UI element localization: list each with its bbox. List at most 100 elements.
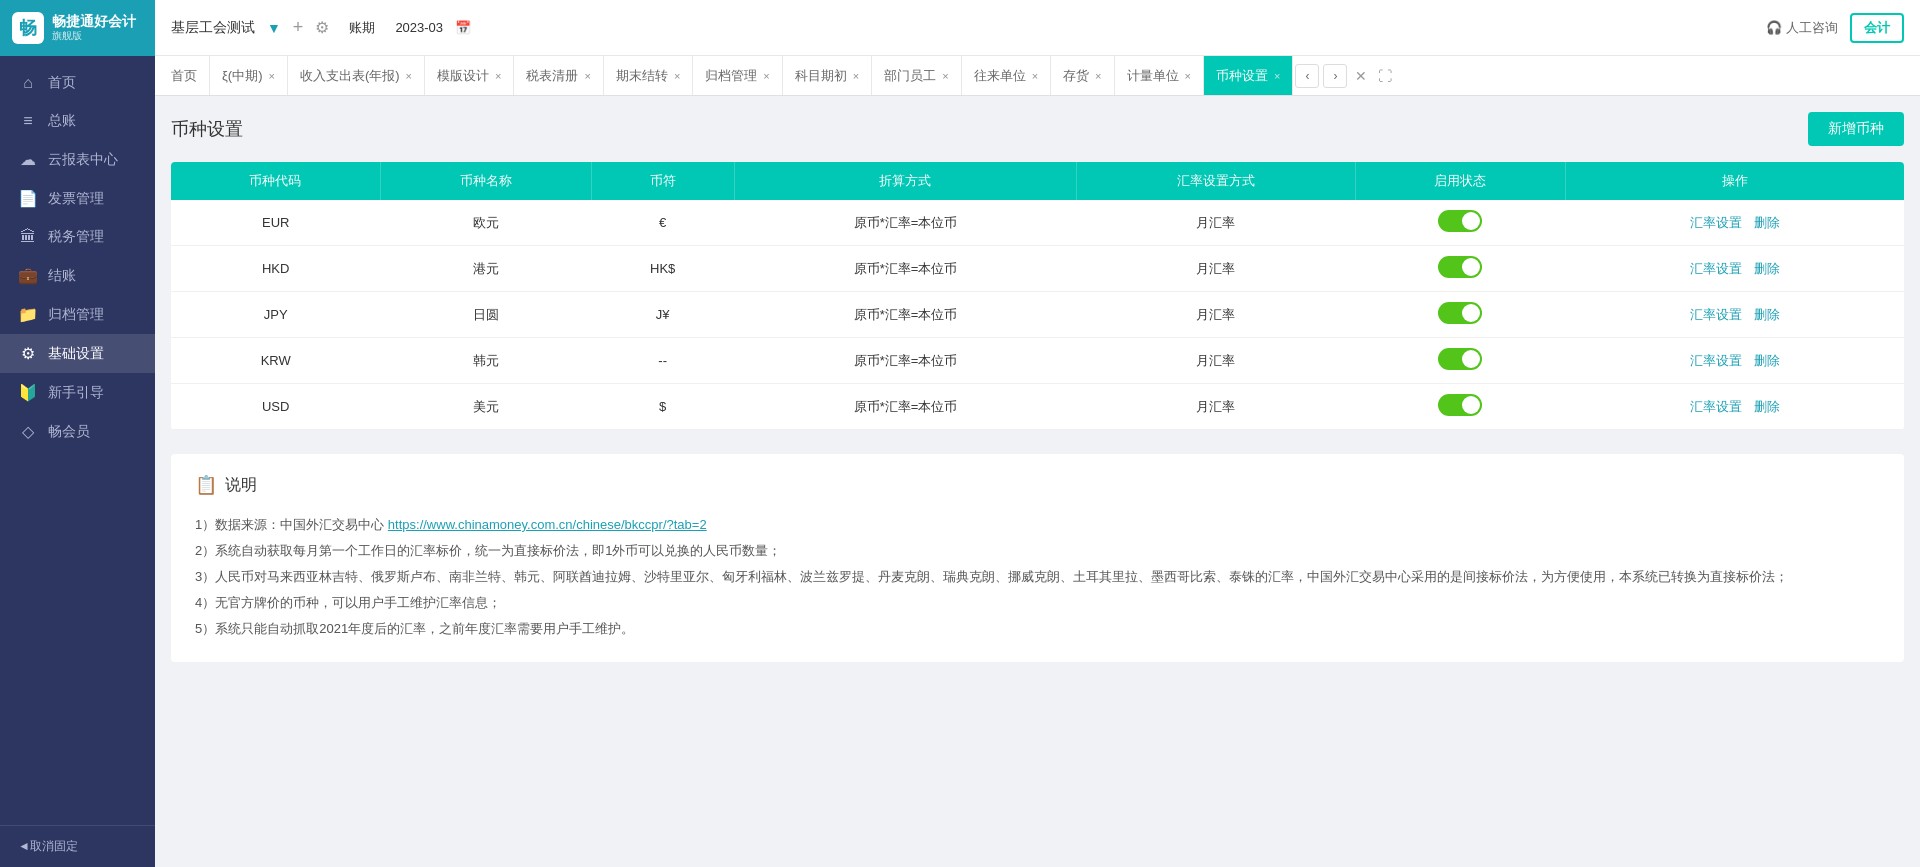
toggle-cell [1355,246,1566,292]
tab-close-icon[interactable]: × [406,70,412,82]
sidebar-item-guide[interactable]: 🔰新手引导 [0,373,155,412]
tab-stock[interactable]: 存货× [1051,56,1114,95]
sidebar-item-label: 总账 [48,112,76,130]
sidebar-item-member[interactable]: ◇畅会员 [0,412,155,451]
tab-close-icon[interactable]: × [495,70,501,82]
content-area: 币种设置 新增币种 币种代码币种名称币符折算方式汇率设置方式启用状态操作 EUR… [155,96,1920,867]
member-icon: ◇ [18,422,38,441]
rate-setting-link[interactable]: 汇率设置 [1690,353,1742,368]
sidebar-item-home[interactable]: ⌂首页 [0,64,155,102]
sidebar-footer[interactable]: ◄取消固定 [0,825,155,867]
notice-item: 4）无官方牌价的币种，可以用户手工维护汇率信息； [195,590,1880,616]
table-row: KRW韩元--原币*汇率=本位币月汇率汇率设置删除 [171,338,1904,384]
table-row: JPY日圆J¥原币*汇率=本位币月汇率汇率设置删除 [171,292,1904,338]
tab-prev-btn[interactable]: ‹ [1295,64,1319,88]
tab-unit[interactable]: 计量单位× [1115,56,1204,95]
sidebar-logo: 畅 畅捷通好会计 旗舰版 [0,0,155,56]
delete-link[interactable]: 删除 [1754,215,1780,230]
table-cell: 美元 [380,384,591,430]
table-row: HKD港元HK$原币*汇率=本位币月汇率汇率设置删除 [171,246,1904,292]
sidebar-item-reports[interactable]: ☁云报表中心 [0,140,155,179]
sidebar: 畅 畅捷通好会计 旗舰版 ⌂首页≡总账☁云报表中心📄发票管理🏛税务管理💼结账📁归… [0,0,155,867]
archive-icon: 📁 [18,305,38,324]
tab-partner[interactable]: 往来单位× [962,56,1051,95]
topbar-help-btn[interactable]: 🎧 人工咨询 [1766,19,1838,37]
tab-currency[interactable]: 币种设置× [1204,56,1293,95]
table-cell: 原币*汇率=本位币 [734,292,1077,338]
tab-close-icon[interactable]: × [1032,70,1038,82]
sidebar-item-tax[interactable]: 🏛税务管理 [0,218,155,256]
sidebar-item-label: 结账 [48,267,76,285]
new-currency-button[interactable]: 新增币种 [1808,112,1904,146]
tab-department[interactable]: 部门员工× [872,56,961,95]
table-cell: 日圆 [380,292,591,338]
tab-close-icon[interactable]: × [1095,70,1101,82]
page-header: 币种设置 新增币种 [171,112,1904,146]
notice-icon: 📋 [195,474,217,496]
delete-link[interactable]: 删除 [1754,261,1780,276]
tab-close-icon[interactable]: × [942,70,948,82]
table-cell: JPY [171,292,380,338]
sidebar-item-archive[interactable]: 📁归档管理 [0,295,155,334]
sidebar-item-label: 发票管理 [48,190,104,208]
tab-close-icon[interactable]: × [763,70,769,82]
tab-archive-mgmt[interactable]: 归档管理× [693,56,782,95]
enable-toggle[interactable] [1438,348,1482,370]
enable-toggle[interactable] [1438,394,1482,416]
delete-link[interactable]: 删除 [1754,399,1780,414]
notice-item: 2）系统自动获取每月第一个工作日的汇率标价，统一为直接标价法，即1外币可以兑换的… [195,538,1880,564]
tab-template[interactable]: 模版设计 × [425,56,514,95]
company-dropdown-icon[interactable]: ▼ [267,20,281,36]
tab-next-btn[interactable]: › [1323,64,1347,88]
tab-subject-init[interactable]: 科目期初× [783,56,872,95]
rate-setting-link[interactable]: 汇率设置 [1690,307,1742,322]
table-header: 币种代码 [171,162,380,200]
enable-toggle[interactable] [1438,210,1482,232]
notice-list: 1）数据来源：中国外汇交易中心 https://www.chinamoney.c… [195,512,1880,642]
topbar-calendar-icon[interactable]: 📅 [455,20,471,35]
tab-close-icon[interactable]: × [1185,70,1191,82]
tab-close-icon[interactable]: × [853,70,859,82]
notice-link[interactable]: https://www.chinamoney.com.cn/chinese/bk… [388,517,707,532]
guide-icon: 🔰 [18,383,38,402]
tab-label: 首页 [171,67,197,85]
sidebar-item-invoices[interactable]: 📄发票管理 [0,179,155,218]
topbar-help-label: 人工咨询 [1786,19,1838,37]
table-header: 汇率设置方式 [1077,162,1355,200]
table-cell: 原币*汇率=本位币 [734,384,1077,430]
table-cell: J¥ [591,292,734,338]
settings-icon: ⚙ [18,344,38,363]
tab-balance[interactable]: ξ(中期)× [210,56,288,95]
sidebar-item-settings[interactable]: ⚙基础设置 [0,334,155,373]
logo-text-block: 畅捷通好会计 旗舰版 [52,13,136,44]
tabbar: 首页ξ(中期)×收入支出表(年报)×模版设计×税表清册×期末结转×归档管理×科目… [155,56,1920,96]
tab-label: 收入支出表(年报) [300,67,400,85]
tab-period-end[interactable]: 期末结转× [604,56,693,95]
tab-close-all-btn[interactable]: ✕ [1349,64,1373,88]
enable-toggle[interactable] [1438,256,1482,278]
sidebar-item-general-ledger[interactable]: ≡总账 [0,102,155,140]
table-cell: 原币*汇率=本位币 [734,200,1077,246]
topbar-user-button[interactable]: 会计 [1850,13,1904,43]
topbar-add-icon[interactable]: + [293,17,304,38]
topbar-period-value: 2023-03 [395,20,443,35]
tab-close-icon[interactable]: × [674,70,680,82]
rate-setting-link[interactable]: 汇率设置 [1690,399,1742,414]
topbar-gear-icon[interactable]: ⚙ [315,18,329,37]
enable-toggle[interactable] [1438,302,1482,324]
rate-setting-link[interactable]: 汇率设置 [1690,215,1742,230]
delete-link[interactable]: 删除 [1754,353,1780,368]
tab-close-icon[interactable]: × [1274,70,1280,82]
delete-link[interactable]: 删除 [1754,307,1780,322]
tab-tax-clear[interactable]: 税表清册× [514,56,603,95]
tab-expand-btn[interactable]: ⛶ [1373,64,1397,88]
rate-setting-link[interactable]: 汇率设置 [1690,261,1742,276]
sidebar-item-checkout[interactable]: 💼结账 [0,256,155,295]
tab-home[interactable]: 首页 [159,56,210,95]
table-cell: 月汇率 [1077,246,1355,292]
tab-income-annual[interactable]: 收入支出表(年报) × [288,56,425,95]
table-cell: 原币*汇率=本位币 [734,338,1077,384]
tab-close-icon[interactable]: × [268,70,274,82]
tab-label: 模版设计 [437,67,489,85]
tab-close-icon[interactable]: × [584,70,590,82]
